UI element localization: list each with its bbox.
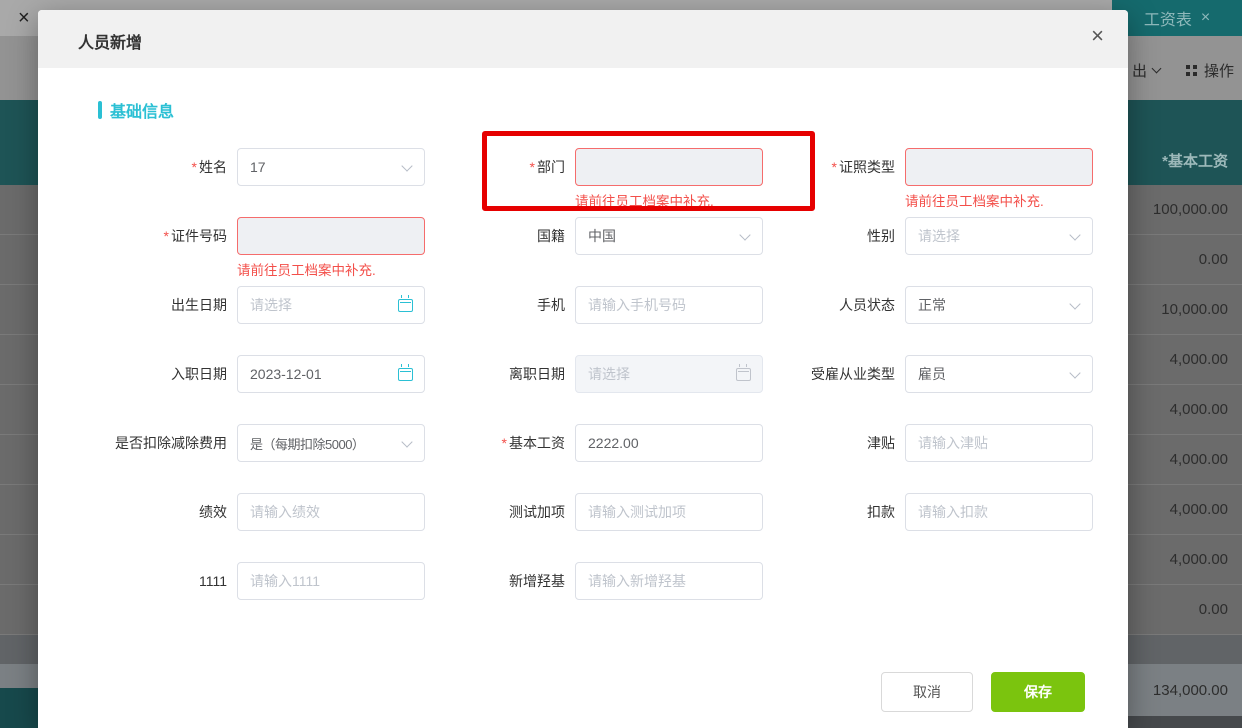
column-header-basic-salary: *基本工资: [1162, 153, 1228, 170]
section-marker: [98, 101, 102, 119]
license-type-label: * 证照类型: [831, 159, 895, 175]
allowance-input[interactable]: [905, 424, 1093, 462]
chevron-down-icon: [1069, 229, 1081, 241]
leave-date-picker[interactable]: 请选择: [575, 355, 763, 393]
test-addition-input[interactable]: [575, 493, 763, 531]
total-amount: 134,000.00: [1152, 681, 1228, 699]
modal-title: 人员新增: [78, 35, 143, 52]
hire-date-label: 入职日期: [171, 366, 227, 382]
modal-header: 人员新增 ×: [38, 10, 1128, 68]
basic-salary-label: * 基本工资: [501, 435, 565, 451]
new-item-input[interactable]: [575, 562, 763, 600]
id-number-label: * 证件号码: [163, 228, 227, 244]
license-type-input[interactable]: [905, 148, 1093, 186]
tab-salary-sheet[interactable]: 工资表 ×: [1112, 0, 1242, 36]
id-number-error: 请前往员工档案中补充.: [237, 263, 376, 278]
amount-cell: 4,000.00: [1169, 351, 1228, 368]
gender-label: 性别: [867, 228, 895, 244]
birth-date-picker[interactable]: 请选择: [237, 286, 425, 324]
calendar-icon: [736, 364, 751, 381]
employment-type-label: 受雇从业类型: [811, 366, 895, 382]
chevron-down-icon: [1069, 298, 1081, 310]
calendar-icon: [398, 295, 413, 312]
gender-select[interactable]: 请选择: [905, 217, 1093, 255]
name-select[interactable]: 17: [237, 148, 425, 186]
operation-button[interactable]: 操作: [1185, 60, 1234, 81]
chevron-down-icon: [1069, 367, 1081, 379]
staff-status-select[interactable]: 正常: [905, 286, 1093, 324]
name-label: * 姓名: [191, 159, 227, 175]
amount-cell: 4,000.00: [1169, 551, 1228, 568]
chevron-down-icon: [739, 229, 751, 241]
amount-cell: 0.00: [1198, 251, 1228, 268]
tab-close-icon[interactable]: ×: [1201, 9, 1210, 27]
department-label: * 部门: [529, 159, 565, 175]
deduct-expense-label: 是否扣除减除费用: [115, 435, 227, 451]
department-input[interactable]: [575, 148, 763, 186]
export-button[interactable]: 出: [1132, 60, 1162, 81]
save-button[interactable]: 保存: [991, 672, 1085, 712]
modal-close-icon[interactable]: ×: [1091, 25, 1104, 47]
chevron-down-icon: [401, 160, 413, 172]
add-personnel-modal: 人员新增 × 基础信息 * 姓名 17 * 部门 请前往员工档案中补充. * 证照: [38, 10, 1128, 728]
modal-footer: 取消 保存: [38, 672, 1085, 712]
performance-label: 绩效: [199, 504, 227, 520]
field-1111-input[interactable]: [237, 562, 425, 600]
staff-status-label: 人员状态: [839, 297, 895, 313]
amount-cell: 100,000.00: [1152, 201, 1228, 218]
basic-salary-input[interactable]: [575, 424, 763, 462]
grid-icon: [1185, 64, 1198, 77]
amount-cell: 10,000.00: [1161, 301, 1228, 318]
amount-cell: 4,000.00: [1169, 401, 1228, 418]
deduction-input[interactable]: [905, 493, 1093, 531]
leave-date-label: 离职日期: [509, 366, 565, 382]
app-stage: × 权限管理 查看凭证 税表清册 增值税 辅助核算 现金流量表 新增凭证 账套管…: [0, 0, 1242, 728]
birth-date-label: 出生日期: [171, 297, 227, 313]
bottom-left-block: [0, 688, 38, 728]
section-basic-info: 基础信息: [98, 98, 174, 122]
chevron-down-icon: [1151, 63, 1162, 74]
nationality-label: 国籍: [537, 228, 565, 244]
mobile-label: 手机: [537, 297, 565, 313]
calendar-icon: [398, 364, 413, 381]
amount-cell: 0.00: [1198, 601, 1228, 618]
mobile-input[interactable]: [575, 286, 763, 324]
cancel-button[interactable]: 取消: [881, 672, 973, 712]
section-title: 基础信息: [110, 104, 175, 121]
deduct-expense-select[interactable]: 是（每期扣除5000）: [237, 424, 425, 462]
allowance-label: 津贴: [867, 435, 895, 451]
performance-input[interactable]: [237, 493, 425, 531]
amount-cell: 4,000.00: [1169, 501, 1228, 518]
hire-date-picker[interactable]: 2023-12-01: [237, 355, 425, 393]
chevron-down-icon: [401, 436, 413, 448]
employment-type-select[interactable]: 雇员: [905, 355, 1093, 393]
close-icon[interactable]: ×: [18, 0, 30, 36]
amount-cell: 4,000.00: [1169, 451, 1228, 468]
personnel-form: * 姓名 17 * 部门 请前往员工档案中补充. * 证照类型 请前往员工档案中补充.: [38, 148, 1093, 631]
department-error: 请前往员工档案中补充.: [575, 194, 714, 209]
field-1111-label: 1111: [198, 573, 227, 589]
test-addition-label: 测试加项: [509, 504, 565, 520]
deduction-label: 扣款: [867, 504, 895, 520]
new-item-label: 新增羟基: [509, 573, 565, 589]
nationality-select[interactable]: 中国: [575, 217, 763, 255]
id-number-input[interactable]: [237, 217, 425, 255]
license-type-error: 请前往员工档案中补充.: [905, 194, 1044, 209]
